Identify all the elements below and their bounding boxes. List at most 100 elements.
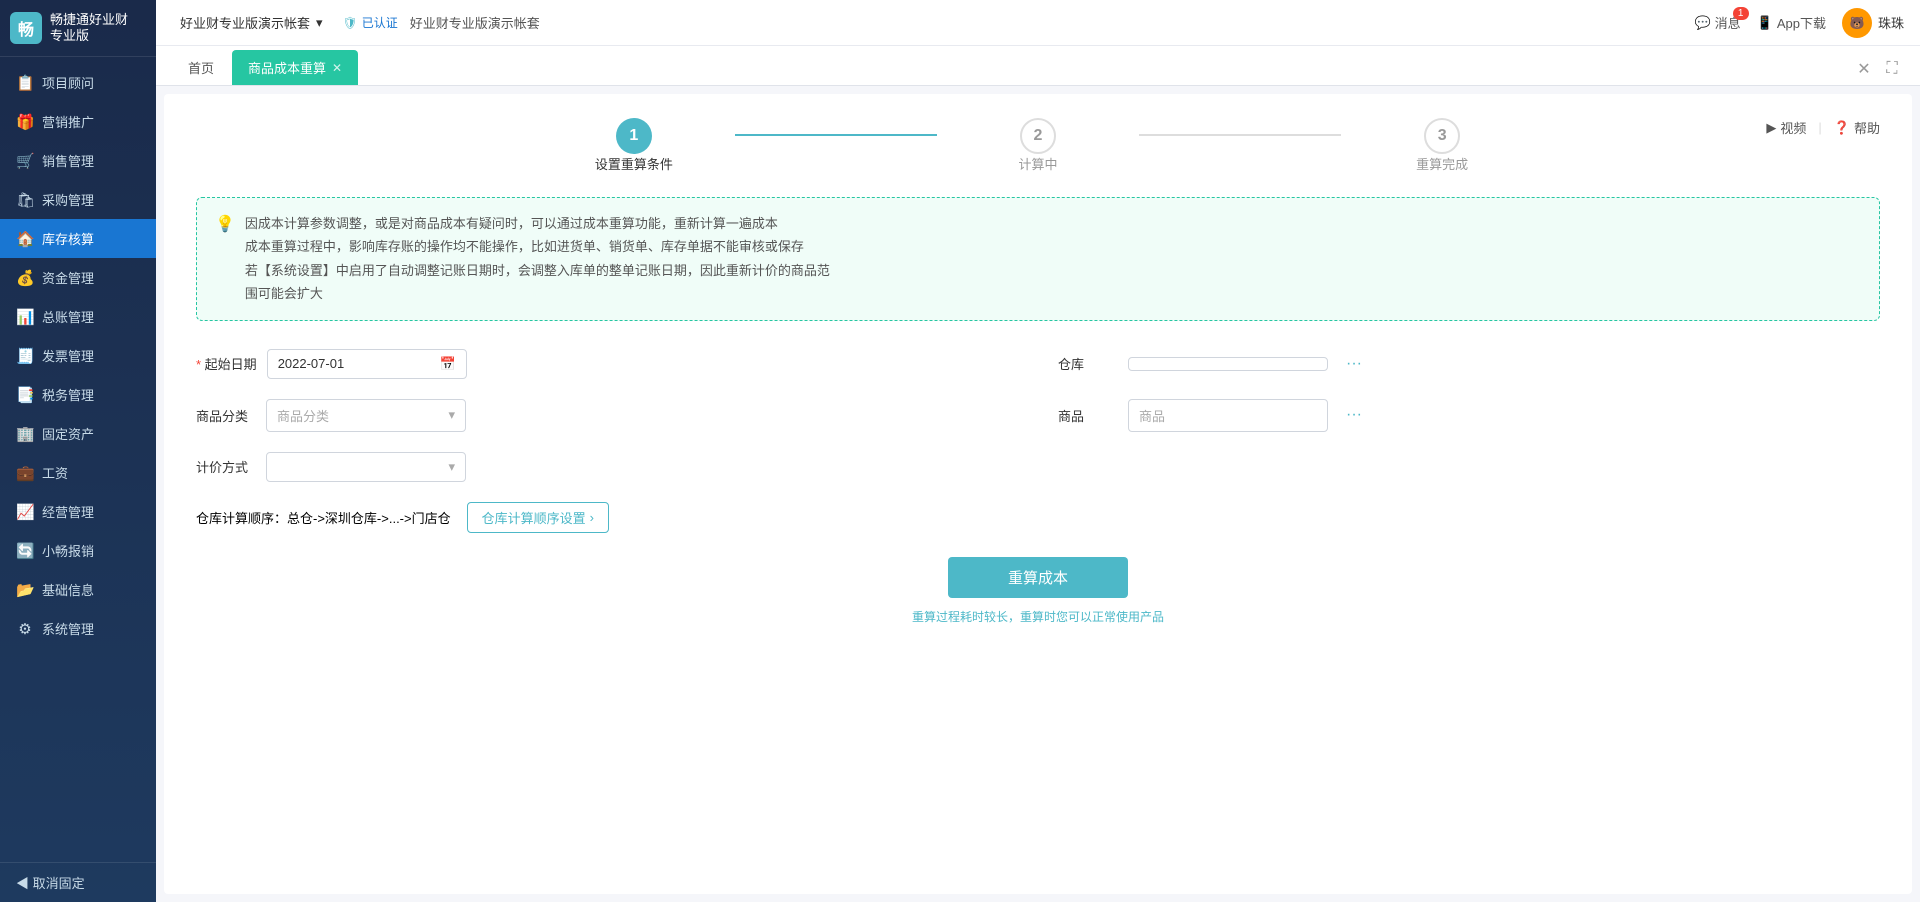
sidebar-item-marketing[interactable]: 🎁 营销推广 bbox=[0, 102, 156, 141]
tax-icon: 📑 bbox=[16, 386, 34, 404]
messages-button[interactable]: 💬 消息 1 bbox=[1694, 13, 1740, 32]
warehouse-order-btn[interactable]: 仓库计算顺序设置 › bbox=[467, 502, 609, 533]
user-name: 珠珠 bbox=[1878, 13, 1904, 32]
recalc-button[interactable]: 重算成本 bbox=[948, 557, 1128, 598]
warehouse-order-btn-label: 仓库计算顺序设置 bbox=[482, 508, 586, 527]
marketing-icon: 🎁 bbox=[16, 113, 34, 131]
info-icon: 💡 bbox=[215, 214, 235, 306]
category-chevron-icon: ▾ bbox=[448, 407, 455, 423]
step-2: 2 计算中 bbox=[937, 118, 1139, 173]
info-line-4: 围可能会扩大 bbox=[245, 282, 830, 305]
warehouse-input[interactable] bbox=[1128, 357, 1328, 371]
app-download-button[interactable]: 📱 App下载 bbox=[1757, 13, 1826, 32]
tab-close-icon[interactable]: ✕ bbox=[332, 61, 342, 75]
shield-icon: 🛡 bbox=[343, 16, 358, 30]
sidebar-item-tax[interactable]: 📑 税务管理 bbox=[0, 375, 156, 414]
sidebar-item-ops[interactable]: 📈经营管理 bbox=[0, 492, 156, 531]
expense-icon: 🔄 bbox=[16, 542, 34, 560]
sidebar-item-label: 营销推广 bbox=[42, 112, 94, 131]
info-line-3: 若【系统设置】中启用了自动调整记账日期时，会调整入库单的整单记账日期，因此重新计… bbox=[245, 259, 830, 282]
sidebar-item-label: 基础信息 bbox=[42, 580, 94, 599]
app-download-label: App下载 bbox=[1777, 13, 1826, 32]
category-select[interactable]: 商品分类 ▾ bbox=[266, 399, 466, 432]
start-date-input[interactable]: 2022-07-01 📅 bbox=[267, 349, 467, 379]
step-3-circle: 3 bbox=[1424, 118, 1460, 154]
tab-home[interactable]: 首页 bbox=[172, 50, 230, 85]
system-icon: ⚙ bbox=[16, 620, 34, 638]
ops-icon: 📈 bbox=[16, 503, 34, 521]
steps: 1 设置重算条件 2 计算中 3 重算完成 bbox=[533, 118, 1543, 173]
account-selector-label: 好业财专业版演示帐套 bbox=[180, 13, 310, 32]
step-2-circle: 2 bbox=[1020, 118, 1056, 154]
topbar-right: 💬 消息 1 📱 App下载 🐻 珠珠 bbox=[1694, 8, 1904, 38]
sidebar-item-system[interactable]: ⚙ 系统管理 bbox=[0, 609, 156, 648]
category-label: 商品分类 bbox=[196, 406, 256, 425]
topbar: 好业财专业版演示帐套 ▾ 🛡 已认证 好业财专业版演示帐套 💬 消息 1 📱 A… bbox=[156, 0, 1920, 46]
tab-recalc-label: 商品成本重算 bbox=[248, 58, 326, 77]
goods-more-icon[interactable]: ··· bbox=[1338, 402, 1370, 428]
pricing-select[interactable]: ▾ bbox=[266, 452, 466, 482]
goods-placeholder: 商品 bbox=[1139, 406, 1165, 425]
logo-subtitle: 专业版 bbox=[50, 28, 128, 44]
info-box: 💡 因成本计算参数调整，或是对商品成本有疑问时，可以通过成本重算功能，重新计算一… bbox=[196, 197, 1880, 321]
logo-text: 畅捷通好业财 专业版 bbox=[50, 12, 128, 43]
messages-badge: 1 bbox=[1733, 7, 1749, 20]
sidebar-item-basic[interactable]: 📂 基础信息 bbox=[0, 570, 156, 609]
warehouse-order-label: 仓库计算顺序：总仓->深圳仓库->...->门店仓 bbox=[196, 508, 451, 527]
page-top-links: ▶ 视频 | ❓ 帮助 bbox=[1766, 118, 1880, 137]
goods-input[interactable]: 商品 bbox=[1128, 399, 1328, 432]
help-link[interactable]: ❓ 帮助 bbox=[1834, 118, 1880, 137]
main-wrapper: 好业财专业版演示帐套 ▾ 🛡 已认证 好业财专业版演示帐套 💬 消息 1 📱 A… bbox=[156, 0, 1920, 902]
maximize-button[interactable]: ⛶ bbox=[1880, 57, 1904, 81]
sidebar-logo: 畅 畅捷通好业财 专业版 bbox=[0, 0, 156, 57]
info-line-1: 因成本计算参数调整，或是对商品成本有疑问时，可以通过成本重算功能，重新计算一遍成… bbox=[245, 212, 830, 235]
inventory-icon: 🏠 bbox=[16, 230, 34, 248]
sidebar-item-label: 固定资产 bbox=[42, 424, 94, 443]
video-link[interactable]: ▶ 视频 bbox=[1766, 118, 1806, 137]
sidebar-item-label: 税务管理 bbox=[42, 385, 94, 404]
step-3: 3 重算完成 bbox=[1341, 118, 1543, 173]
start-date-group: 起始日期 2022-07-01 📅 bbox=[196, 349, 1018, 379]
info-line-2: 成本重算过程中，影响库存账的操作均不能操作，比如进货单、销货单、库存单据不能审核… bbox=[245, 235, 830, 258]
close-button[interactable]: ✕ bbox=[1852, 57, 1876, 81]
sidebar-item-label: 项目顾问 bbox=[42, 73, 94, 92]
calendar-icon: 📅 bbox=[440, 356, 456, 372]
help-icon: ❓ bbox=[1834, 120, 1850, 136]
sidebar-item-label: 系统管理 bbox=[42, 619, 94, 638]
sidebar-item-assets[interactable]: 🏢固定资产 bbox=[0, 414, 156, 453]
form-row-2: 商品分类 商品分类 ▾ 商品 商品 ··· bbox=[196, 399, 1880, 432]
goods-label: 商品 bbox=[1058, 406, 1118, 425]
verified-badge: 🛡 已认证 bbox=[343, 14, 398, 31]
main-btn-row: 重算成本 重算过程耗时较长，重算时您可以正常使用产品 bbox=[196, 557, 1880, 625]
sidebar-item-project[interactable]: 📋项目顾问 bbox=[0, 63, 156, 102]
pricing-group: 计价方式 ▾ bbox=[196, 452, 1018, 482]
sidebar-item-invoice[interactable]: 🧾发票管理 bbox=[0, 336, 156, 375]
sidebar-item-inventory[interactable]: 🏠库存核算 bbox=[0, 219, 156, 258]
sidebar-item-label: 销售管理 bbox=[42, 151, 94, 170]
info-box-text: 因成本计算参数调整，或是对商品成本有疑问时，可以通过成本重算功能，重新计算一遍成… bbox=[245, 212, 830, 306]
tab-recalc[interactable]: 商品成本重算 ✕ bbox=[232, 50, 358, 85]
account-selector[interactable]: 好业财专业版演示帐套 ▾ bbox=[172, 9, 331, 36]
help-label: 帮助 bbox=[1854, 118, 1880, 137]
sidebar-item-sales[interactable]: 🛒销售管理 bbox=[0, 141, 156, 180]
sidebar-unpin[interactable]: ◀ 取消固定 bbox=[0, 862, 156, 902]
pricing-label: 计价方式 bbox=[196, 457, 256, 476]
start-date-label: 起始日期 bbox=[196, 354, 257, 373]
form-row-1: 起始日期 2022-07-01 📅 仓库 ··· bbox=[196, 349, 1880, 379]
sidebar-item-expense[interactable]: 🔄 小畅报销 bbox=[0, 531, 156, 570]
invoice-icon: 🧾 bbox=[16, 347, 34, 365]
recalc-btn-label: 重算成本 bbox=[1008, 570, 1068, 587]
user-avatar-area[interactable]: 🐻 珠珠 bbox=[1842, 8, 1904, 38]
warehouse-more-icon[interactable]: ··· bbox=[1338, 351, 1370, 377]
goods-group: 商品 商品 ··· bbox=[1058, 399, 1880, 432]
sidebar-item-accounting[interactable]: 📊总账管理 bbox=[0, 297, 156, 336]
basic-icon: 📂 bbox=[16, 581, 34, 599]
sidebar-item-label: 小畅报销 bbox=[42, 541, 94, 560]
sidebar-item-finance[interactable]: 💰资金管理 bbox=[0, 258, 156, 297]
sidebar: 畅 畅捷通好业财 专业版 📋项目顾问 🎁 营销推广 🛒销售管理🛍采购管理🏠库存核算💰资… bbox=[0, 0, 156, 902]
form-row-3: 计价方式 ▾ bbox=[196, 452, 1880, 482]
sidebar-item-salary[interactable]: 💼工资 bbox=[0, 453, 156, 492]
sidebar-item-purchase[interactable]: 🛍采购管理 bbox=[0, 180, 156, 219]
divider: | bbox=[1818, 120, 1821, 135]
line-2 bbox=[1139, 118, 1341, 136]
